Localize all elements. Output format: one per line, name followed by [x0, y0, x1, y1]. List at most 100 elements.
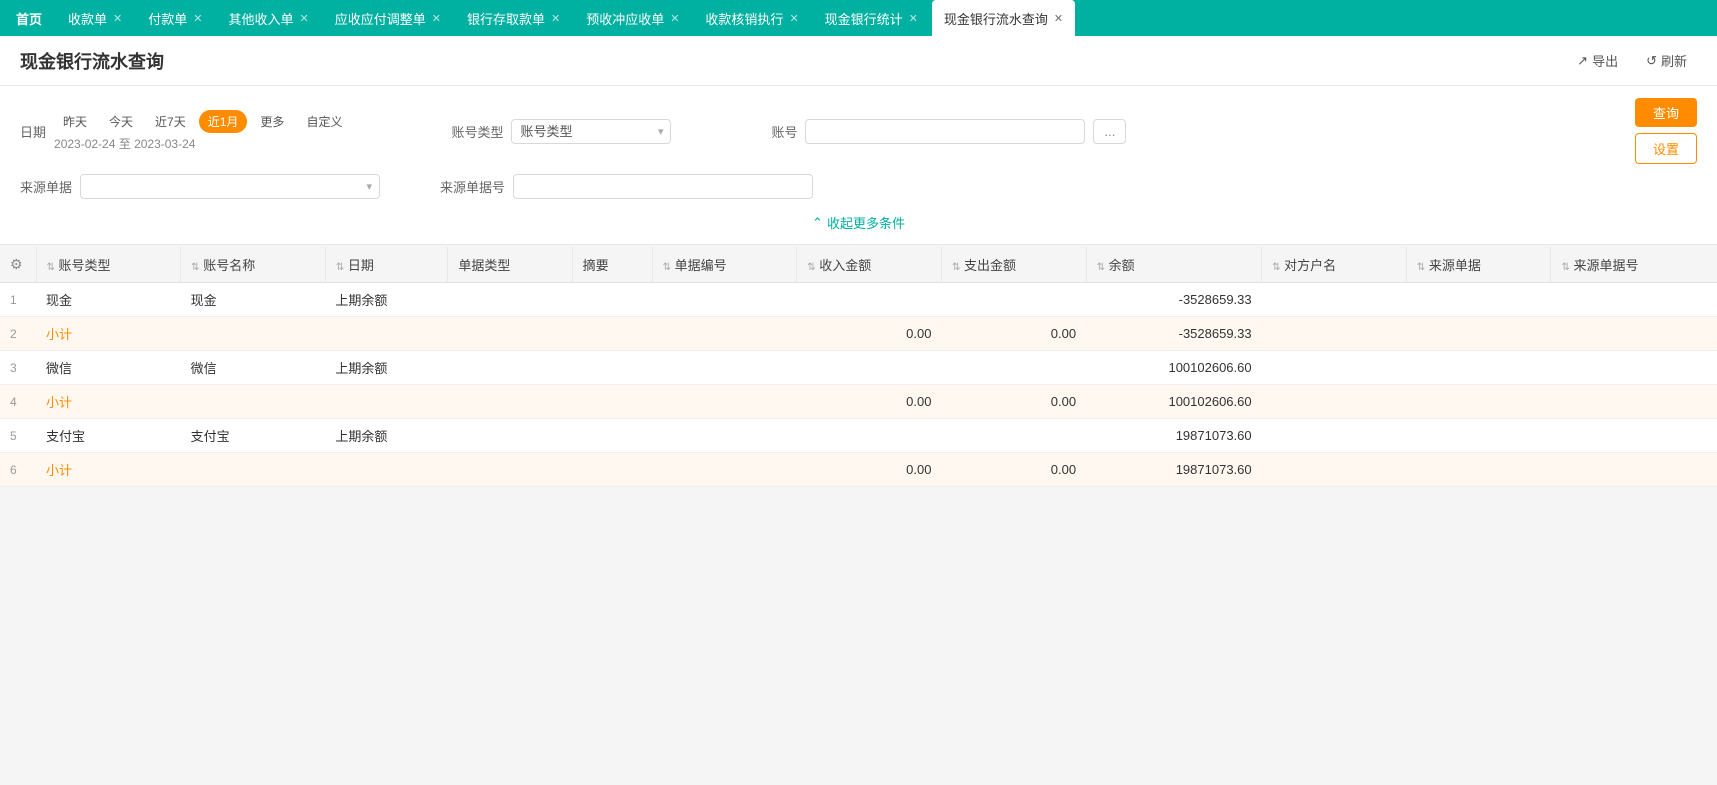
date-opt-more[interactable]: 更多 [251, 110, 293, 133]
account-type-label: 账号类型 [451, 122, 503, 141]
date-options: 昨天 今天 近7天 近1月 更多 自定义 2023-02-24 至 2023-0… [54, 110, 351, 152]
settings-button[interactable]: 设置 [1635, 133, 1697, 164]
nav-tab-ar-ap-adjust[interactable]: 应收应付调整单 ✕ [323, 0, 453, 36]
cell-account-name [181, 317, 326, 351]
table-row: 1 现金 现金 上期余额 -3528659.33 [0, 283, 1717, 317]
nav-tab-receipt[interactable]: 收款单 ✕ [56, 0, 134, 36]
cell-income [797, 351, 942, 385]
nav-tab-other-income[interactable]: 其他收入单 ✕ [216, 0, 320, 36]
source-doc-no-label: 来源单据号 [440, 177, 505, 196]
date-filter: 日期 昨天 今天 近7天 近1月 更多 自定义 2023-02-24 至 202… [20, 110, 351, 152]
nav-tab-cash-bank-flow[interactable]: 现金银行流水查询 ✕ [932, 0, 1075, 36]
th-account-type[interactable]: ⇅ 账号类型 [36, 247, 181, 283]
table-row: 2 小计 0.00 0.00 -3528659.33 [0, 317, 1717, 351]
cell-account-name: 现金 [181, 283, 326, 317]
cell-balance: 19871073.60 [1086, 453, 1262, 487]
cell-date [325, 385, 448, 419]
date-opt-yesterday[interactable]: 昨天 [54, 110, 96, 133]
filter-row-1: 日期 昨天 今天 近7天 近1月 更多 自定义 2023-02-24 至 202… [20, 98, 1697, 164]
cell-doc-no [652, 351, 797, 385]
cell-source-doc [1406, 317, 1551, 351]
source-doc-select[interactable] [80, 174, 380, 199]
date-opt-1month[interactable]: 近1月 [199, 110, 248, 133]
account-label: 账号 [771, 122, 797, 141]
gear-icon[interactable]: ⚙ [10, 256, 23, 272]
close-icon[interactable]: ✕ [1054, 12, 1063, 25]
close-icon[interactable]: ✕ [432, 12, 441, 25]
th-summary[interactable]: 摘要 [572, 247, 652, 283]
table-row: 3 微信 微信 上期余额 100102606.60 [0, 351, 1717, 385]
cell-balance: -3528659.33 [1086, 317, 1262, 351]
th-doc-type[interactable]: 单据类型 [448, 247, 572, 283]
th-balance[interactable]: ⇅ 余额 [1086, 247, 1262, 283]
th-source-doc-no[interactable]: ⇅ 来源单据号 [1551, 247, 1717, 283]
account-type-filter: 账号类型 账号类型 ▾ [451, 119, 671, 144]
source-doc-no-input[interactable] [513, 174, 813, 199]
close-icon[interactable]: ✕ [300, 12, 309, 25]
th-date[interactable]: ⇅ 日期 [325, 247, 448, 283]
cell-doc-type [448, 453, 572, 487]
th-income[interactable]: ⇅ 收入金额 [797, 247, 942, 283]
export-button[interactable]: ↗ 导出 [1567, 47, 1628, 74]
filter-row-2: 来源单据 ▾ 来源单据号 [20, 174, 1697, 199]
account-ellipsis-button[interactable]: ... [1093, 119, 1126, 144]
th-source-doc[interactable]: ⇅ 来源单据 [1406, 247, 1551, 283]
cell-num: 2 [0, 317, 36, 351]
th-expense[interactable]: ⇅ 支出金额 [941, 247, 1086, 283]
close-icon[interactable]: ✕ [789, 12, 798, 25]
cell-summary [572, 419, 652, 453]
cell-counterparty [1262, 453, 1407, 487]
nav-tab-home[interactable]: 首页 [4, 0, 54, 36]
collapse-bar[interactable]: ⌃ 收起更多条件 [20, 209, 1697, 236]
cell-account-type: 小计 [36, 385, 181, 419]
cell-summary [572, 283, 652, 317]
th-gear[interactable]: ⚙ [0, 247, 36, 283]
close-icon[interactable]: ✕ [670, 12, 679, 25]
cell-income: 0.00 [797, 453, 942, 487]
date-label: 日期 [20, 122, 46, 141]
cell-expense [941, 283, 1086, 317]
cell-source-doc [1406, 385, 1551, 419]
nav-tab-receipt-verify[interactable]: 收款核销执行 ✕ [693, 0, 810, 36]
cell-counterparty [1262, 283, 1407, 317]
cell-income: 0.00 [797, 317, 942, 351]
cell-account-name [181, 453, 326, 487]
cell-doc-type [448, 283, 572, 317]
cell-account-name: 微信 [181, 351, 326, 385]
close-icon[interactable]: ✕ [193, 12, 202, 25]
cell-source-doc-no [1551, 351, 1717, 385]
query-button[interactable]: 查询 [1635, 98, 1697, 127]
nav-tab-bank-deposit[interactable]: 银行存取款单 ✕ [455, 0, 572, 36]
cell-num: 3 [0, 351, 36, 385]
cell-account-type: 小计 [36, 453, 181, 487]
th-doc-no[interactable]: ⇅ 单据编号 [652, 247, 797, 283]
cell-counterparty [1262, 385, 1407, 419]
nav-tab-advance-offset[interactable]: 预收冲应收单 ✕ [574, 0, 691, 36]
source-doc-label: 来源单据 [20, 177, 72, 196]
close-icon[interactable]: ✕ [909, 12, 918, 25]
date-opt-7days[interactable]: 近7天 [146, 110, 195, 133]
date-opt-today[interactable]: 今天 [100, 110, 142, 133]
table-body: 1 现金 现金 上期余额 -3528659.33 2 小计 0.00 0.00 … [0, 283, 1717, 487]
cell-account-type: 微信 [36, 351, 181, 385]
close-icon[interactable]: ✕ [113, 12, 122, 25]
cell-date: 上期余额 [325, 283, 448, 317]
cell-doc-no [652, 317, 797, 351]
account-type-select[interactable]: 账号类型 [511, 119, 671, 144]
th-counterparty[interactable]: ⇅ 对方户名 [1262, 247, 1407, 283]
account-input[interactable] [805, 119, 1085, 144]
source-doc-select-wrapper: ▾ [80, 174, 380, 199]
cell-source-doc-no [1551, 453, 1717, 487]
cell-doc-type [448, 317, 572, 351]
cell-source-doc [1406, 351, 1551, 385]
cell-balance: 19871073.60 [1086, 419, 1262, 453]
date-opt-custom[interactable]: 自定义 [297, 110, 351, 133]
account-filter: 账号 ... [771, 119, 1126, 144]
cell-account-name: 支付宝 [181, 419, 326, 453]
nav-tab-payment[interactable]: 付款单 ✕ [136, 0, 214, 36]
nav-tab-cash-bank-stats[interactable]: 现金银行统计 ✕ [813, 0, 930, 36]
source-doc-no-filter: 来源单据号 [440, 174, 813, 199]
refresh-button[interactable]: ↺ 刷新 [1636, 47, 1697, 74]
th-account-name[interactable]: ⇅ 账号名称 [181, 247, 326, 283]
close-icon[interactable]: ✕ [551, 12, 560, 25]
